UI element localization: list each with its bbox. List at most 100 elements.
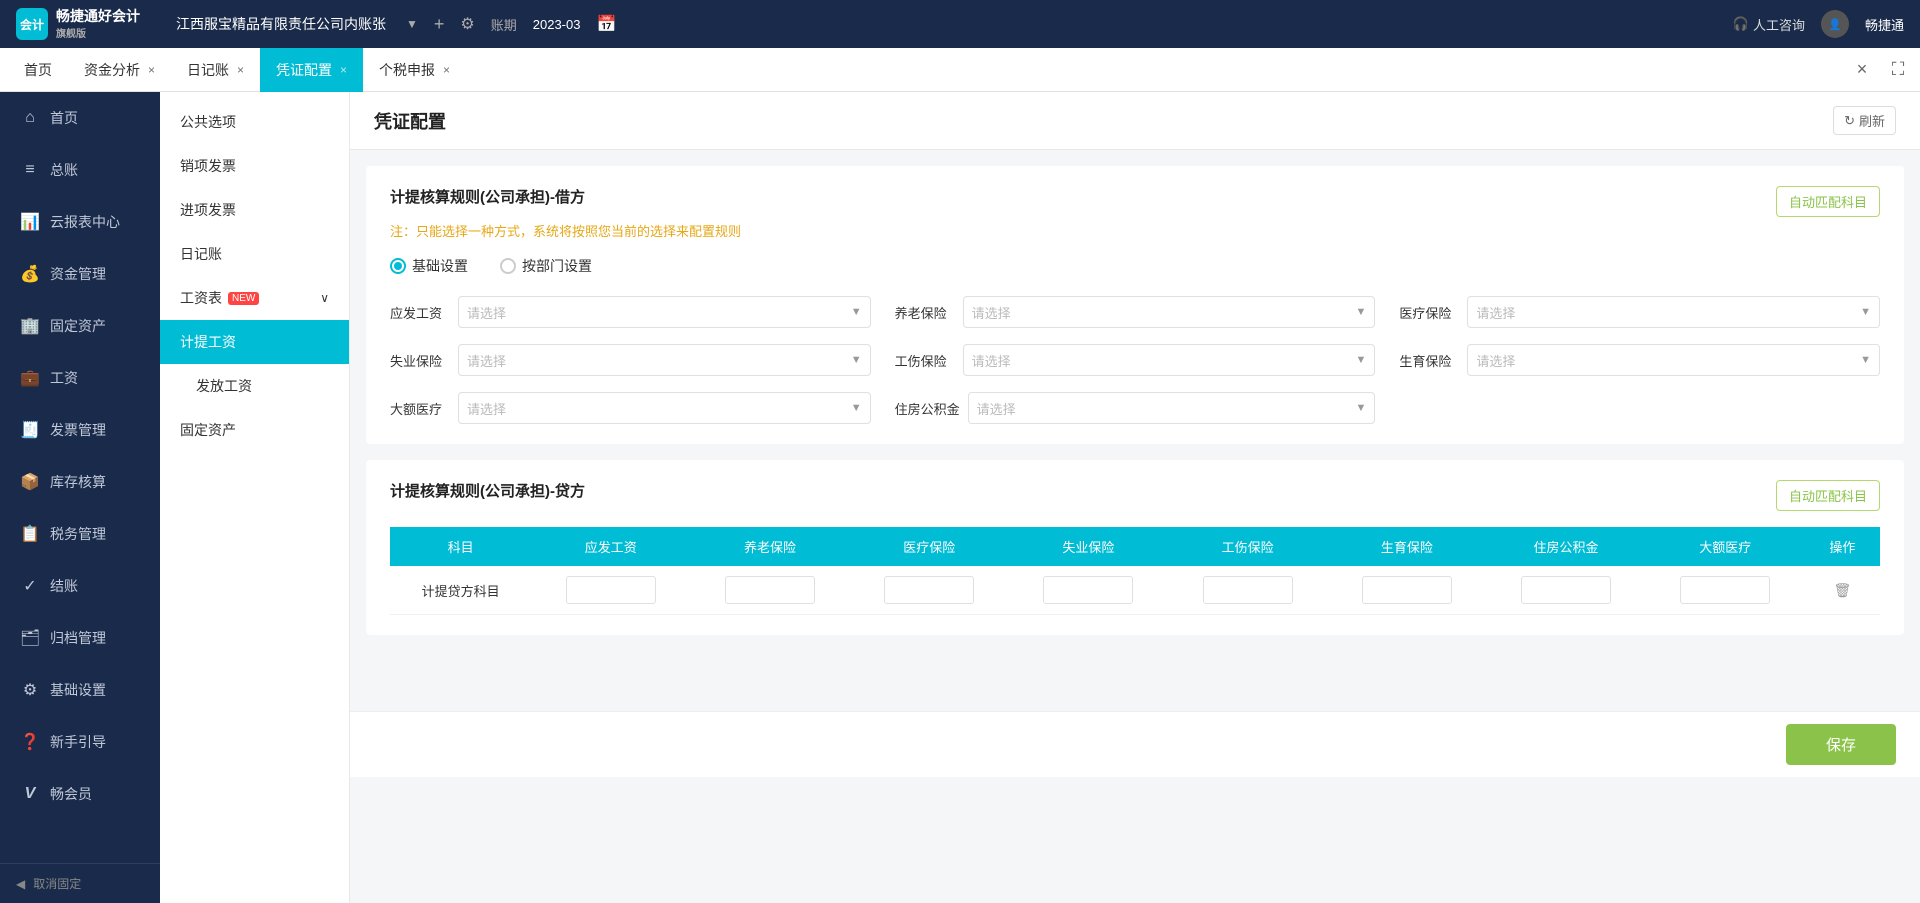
credit-table: 科目 应发工资 养老保险 医疗保险 失业保险 工伤保险 生育保险 住房公积金 大… (390, 527, 1880, 615)
left-nav-payroll-table-label: 工资表 (180, 288, 222, 308)
sidebar-item-member[interactable]: V 畅会员 (0, 768, 160, 820)
tab-voucher-config[interactable]: 凭证配置 × (260, 48, 363, 92)
tab-capital-label: 资金分析 (84, 60, 140, 80)
cell-pension (690, 566, 849, 615)
expand-button[interactable]: ⛶ (1884, 56, 1912, 84)
sidebar-item-settings-label: 基础设置 (50, 680, 106, 700)
input-salary[interactable] (566, 576, 656, 604)
input-medical[interactable] (884, 576, 974, 604)
close-journal-icon[interactable]: × (237, 63, 244, 77)
sidebar-item-reports[interactable]: 📊 云报表中心 (0, 196, 160, 248)
large-medical-select[interactable]: 请选择 ▼ (458, 392, 871, 424)
sidebar-item-closing[interactable]: ✓ 结账 (0, 560, 160, 612)
sidebar-item-archive[interactable]: 🗂 归档管理 (0, 612, 160, 664)
left-nav-journal[interactable]: 日记账 (160, 232, 349, 276)
tab-tax-label: 个税申报 (379, 60, 435, 80)
left-nav-accrue-payroll-label: 计提工资 (180, 332, 236, 352)
refresh-button[interactable]: ↻ 刷新 (1833, 106, 1896, 135)
company-chevron-icon[interactable]: ▼ (406, 17, 418, 31)
credit-section-title: 计提核算规则(公司承担)-贷方 (390, 480, 585, 501)
sidebar-item-guide[interactable]: ❓ 新手引导 (0, 716, 160, 768)
medical-select[interactable]: 请选择 ▼ (1467, 296, 1880, 328)
close-voucher-config-icon[interactable]: × (340, 63, 347, 77)
field-medical: 医疗保险 请选择 ▼ (1399, 296, 1880, 328)
sidebar-item-invoice[interactable]: 🧾 发票管理 (0, 404, 160, 456)
left-nav-fixed-assets-label: 固定资产 (180, 420, 236, 440)
input-pension[interactable] (725, 576, 815, 604)
input-large-medical[interactable] (1680, 576, 1770, 604)
left-nav-accrue-payroll[interactable]: 计提工资 (160, 320, 349, 364)
left-nav-fixed-assets[interactable]: 固定资产 (160, 408, 349, 452)
home-icon: ⌂ (20, 109, 40, 127)
auto-match-credit-button[interactable]: 自动匹配科目 (1776, 480, 1880, 511)
app-subtitle: 旗舰版 (56, 25, 140, 40)
service-button[interactable]: 🎧 人工咨询 (1733, 15, 1805, 34)
sidebar-item-tax[interactable]: 📋 税务管理 (0, 508, 160, 560)
add-button[interactable]: + (434, 14, 445, 35)
sidebar-item-inventory-label: 库存核算 (50, 472, 106, 492)
cancel-fixed-button[interactable]: ◀ 取消固定 (0, 863, 160, 903)
sidebar-item-inventory[interactable]: 📦 库存核算 (0, 456, 160, 508)
settings-icon[interactable]: ⚙ (460, 14, 474, 34)
radio-department-setting[interactable]: 按部门设置 (500, 256, 592, 276)
sidebar-item-assets[interactable]: 🏢 固定资产 (0, 300, 160, 352)
service-label: 人工咨询 (1753, 15, 1805, 34)
injury-select[interactable]: 请选择 ▼ (963, 344, 1376, 376)
cell-action: 🗑 (1805, 566, 1880, 615)
debit-section-title: 计提核算规则(公司承担)-借方 (390, 186, 585, 207)
delete-row-icon[interactable]: 🗑 (1834, 582, 1852, 598)
content-body: 计提核算规则(公司承担)-借方 自动匹配科目 注：只能选择一种方式，系统将按照您… (350, 150, 1920, 711)
save-button[interactable]: 保存 (1786, 724, 1896, 765)
capital-icon: 💰 (20, 264, 40, 284)
logo-icon: 会计 (16, 8, 48, 40)
sidebar-item-settings[interactable]: ⚙ 基础设置 (0, 664, 160, 716)
credit-table-wrapper: 科目 应发工资 养老保险 医疗保险 失业保险 工伤保险 生育保险 住房公积金 大… (390, 527, 1880, 615)
left-nav-issue-payroll[interactable]: 发放工资 (160, 364, 349, 408)
sidebar-item-ledger[interactable]: ≡ 总账 (0, 144, 160, 196)
input-housing[interactable] (1521, 576, 1611, 604)
input-maternity[interactable] (1362, 576, 1452, 604)
calendar-icon[interactable]: 📅 (596, 14, 616, 34)
left-nav-purchase-invoice[interactable]: 进项发票 (160, 188, 349, 232)
debit-section: 计提核算规则(公司承担)-借方 自动匹配科目 注：只能选择一种方式，系统将按照您… (366, 166, 1904, 444)
unemployment-select[interactable]: 请选择 ▼ (458, 344, 871, 376)
field-salary: 应发工资 请选择 ▼ (390, 296, 871, 328)
closing-icon: ✓ (20, 576, 40, 596)
pension-select[interactable]: 请选择 ▼ (963, 296, 1376, 328)
close-all-button[interactable]: × (1848, 56, 1876, 84)
maternity-arrow-icon: ▼ (1860, 354, 1871, 366)
left-nav-sales-invoice[interactable]: 销项发票 (160, 144, 349, 188)
left-nav-sales-invoice-label: 销项发票 (180, 156, 236, 176)
radio-basic-circle (390, 258, 406, 274)
sidebar-item-capital[interactable]: 💰 资金管理 (0, 248, 160, 300)
headset-icon: 🎧 (1733, 16, 1749, 32)
sidebar-item-payroll[interactable]: 💼 工资 (0, 352, 160, 404)
auto-match-debit-button[interactable]: 自动匹配科目 (1776, 186, 1880, 217)
close-capital-icon[interactable]: × (148, 63, 155, 77)
housing-fund-select[interactable]: 请选择 ▼ (968, 392, 1376, 424)
left-nav-public-label: 公共选项 (180, 112, 236, 132)
injury-placeholder: 请选择 (972, 351, 1011, 370)
cell-large-medical (1646, 566, 1805, 615)
maternity-placeholder: 请选择 (1476, 351, 1515, 370)
sidebar-item-invoice-label: 发票管理 (50, 420, 106, 440)
maternity-select[interactable]: 请选择 ▼ (1467, 344, 1880, 376)
table-row: 计提贷方科目 🗑 (390, 566, 1880, 615)
app-title: 畅捷通好会计 (56, 8, 140, 25)
field-injury: 工伤保险 请选择 ▼ (895, 344, 1376, 376)
tab-capital[interactable]: 资金分析 × (68, 48, 171, 92)
left-nav-payroll-table[interactable]: 工资表 NEW ∨ (160, 276, 349, 320)
salary-select[interactable]: 请选择 ▼ (458, 296, 871, 328)
tab-tax[interactable]: 个税申报 × (363, 48, 466, 92)
tab-journal[interactable]: 日记账 × (171, 48, 260, 92)
radio-basic-setting[interactable]: 基础设置 (390, 256, 468, 276)
cell-injury (1168, 566, 1327, 615)
sidebar-item-home[interactable]: ⌂ 首页 (0, 92, 160, 144)
input-injury[interactable] (1203, 576, 1293, 604)
close-tax-icon[interactable]: × (443, 63, 450, 77)
left-nav-public[interactable]: 公共选项 (160, 100, 349, 144)
radio-department-circle (500, 258, 516, 274)
tab-home[interactable]: 首页 (8, 48, 68, 92)
arrow-left-icon: ◀ (16, 877, 25, 891)
input-unemployment[interactable] (1043, 576, 1133, 604)
